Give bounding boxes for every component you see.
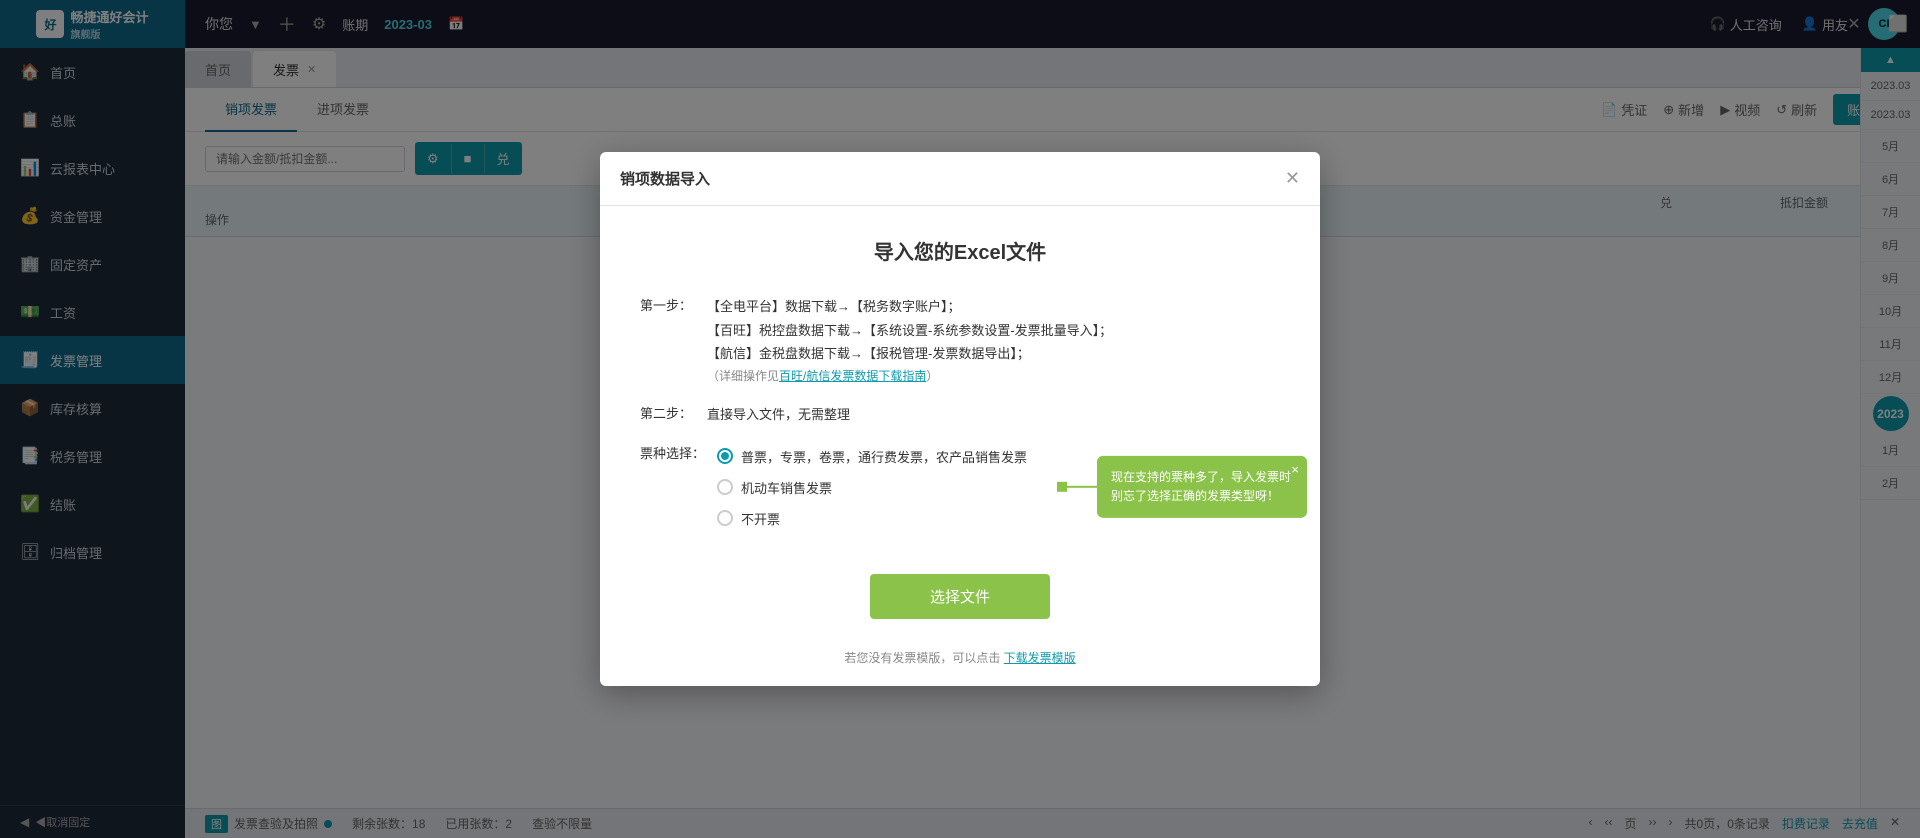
modal-main-title: 导入您的Excel文件 (640, 236, 1280, 265)
ticket-none-radio[interactable] (717, 510, 733, 526)
step1-line2: 【百旺】税控盘数据下载→【系统设置-系统参数设置-发票批量导入】； (707, 319, 1112, 342)
tooltip-line (1067, 486, 1097, 488)
ticket-none-label: 不开票 (741, 509, 780, 528)
modal-close-button[interactable]: ✕ (1285, 168, 1300, 189)
ticket-row: 票种选择： 普票，专票，卷票，通行费发票，农产品销售发票 机动车销售发票 (640, 443, 1280, 528)
ticket-label: 票种选择： (640, 443, 705, 528)
modal-hint: 若您没有发票模版，可以点击 下载发票模版 (600, 639, 1320, 686)
ticket-radio-group: 普票，专票，卷票，通行费发票，农产品销售发票 机动车销售发票 × (717, 447, 1027, 528)
ticket-motor-radio[interactable] (717, 479, 733, 495)
tooltip-container: × 现在支持的票种多了，导入发票时别忘了选择正确的发票类型呀！ (1057, 456, 1307, 518)
step2-content: 直接导入文件，无需整理 (707, 403, 850, 426)
download-template-link[interactable]: 下载发票模版 (1004, 651, 1076, 665)
step1-content: 【全电平台】数据下载→【税务数字账户】； 【百旺】税控盘数据下载→【系统设置-系… (707, 295, 1112, 387)
tooltip-text: 现在支持的票种多了，导入发票时别忘了选择正确的发票类型呀！ (1111, 470, 1291, 503)
ticket-none-row: 不开票 (717, 509, 1027, 528)
step1-line3: 【航信】金税盘数据下载→【报税管理-发票数据导出】； (707, 342, 1112, 365)
tooltip-bubble: × 现在支持的票种多了，导入发票时别忘了选择正确的发票类型呀！ (1097, 456, 1307, 518)
modal-footer: 选择文件 (600, 574, 1320, 639)
tooltip-dot (1057, 482, 1067, 492)
import-modal: 销项数据导入 ✕ 导入您的Excel文件 第一步： 【全电平台】数据下载→【税务… (600, 152, 1320, 685)
step1-line1: 【全电平台】数据下载→【税务数字账户】； (707, 295, 1112, 318)
modal-body: 导入您的Excel文件 第一步： 【全电平台】数据下载→【税务数字账户】； 【百… (600, 206, 1320, 573)
ticket-motor-label: 机动车销售发票 (741, 478, 832, 497)
select-file-button[interactable]: 选择文件 (870, 574, 1050, 619)
ticket-normal-label: 普票，专票，卷票，通行费发票，农产品销售发票 (741, 447, 1027, 466)
tooltip-close-btn[interactable]: × (1291, 460, 1299, 481)
step1-label: 第一步： (640, 295, 695, 387)
step2-row: 第二步： 直接导入文件，无需整理 (640, 403, 1280, 426)
modal-title: 销项数据导入 (620, 168, 710, 189)
guide-link[interactable]: 百旺/航信发票数据下载指南 (779, 369, 926, 383)
step2-label: 第二步： (640, 403, 695, 426)
step1-row: 第一步： 【全电平台】数据下载→【税务数字账户】； 【百旺】税控盘数据下载→【系… (640, 295, 1280, 387)
step1-note: （详细操作见百旺/航信发票数据下载指南） (707, 366, 1112, 388)
modal-header: 销项数据导入 ✕ (600, 152, 1320, 206)
ticket-normal-row: 普票，专票，卷票，通行费发票，农产品销售发票 (717, 447, 1027, 466)
modal-overlay: 销项数据导入 ✕ 导入您的Excel文件 第一步： 【全电平台】数据下载→【税务… (0, 0, 1920, 838)
ticket-motor-row: 机动车销售发票 × 现在支持的票种多了，导入发票时别忘了选择正确的发票类型呀！ (717, 478, 1027, 497)
ticket-normal-radio[interactable] (717, 448, 733, 464)
hint-prefix: 若您没有发票模版，可以点击 (844, 651, 1000, 665)
